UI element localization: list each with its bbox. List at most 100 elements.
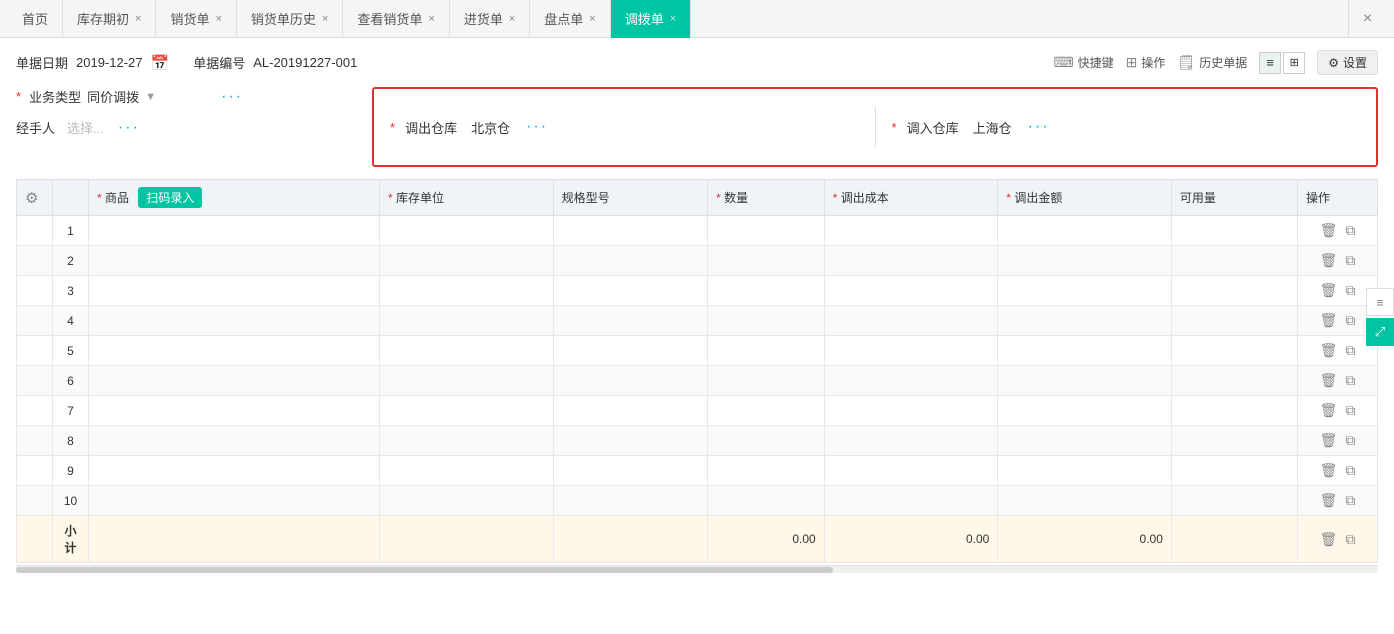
delete-row-icon[interactable]: 🗑 bbox=[1320, 492, 1338, 509]
row-qty-cell[interactable] bbox=[708, 216, 825, 246]
delete-row-icon[interactable]: 🗑 bbox=[1320, 342, 1338, 359]
delete-row-icon[interactable]: 🗑 bbox=[1320, 432, 1338, 449]
close-tab-sales[interactable]: × bbox=[215, 13, 221, 25]
tab-inventory-initial[interactable]: 库存期初 × bbox=[63, 0, 156, 38]
row-spec-cell bbox=[553, 336, 708, 366]
delete-row-icon[interactable]: 🗑 bbox=[1320, 282, 1338, 299]
close-tab-inventory[interactable]: × bbox=[135, 13, 141, 25]
th-qty: * 数量 bbox=[708, 180, 825, 216]
row-available-cell bbox=[1171, 366, 1297, 396]
row-qty-cell[interactable] bbox=[708, 246, 825, 276]
row-ops-cell: 🗑 ⧉ bbox=[1298, 216, 1378, 246]
row-product-cell[interactable] bbox=[89, 216, 380, 246]
delete-row-icon[interactable]: 🗑 bbox=[1320, 312, 1338, 329]
copy-row-icon[interactable]: ⧉ bbox=[1345, 222, 1355, 239]
row-unit-cell bbox=[379, 486, 553, 516]
row-available-cell bbox=[1171, 276, 1297, 306]
row-product-cell[interactable] bbox=[89, 396, 380, 426]
row-qty-cell[interactable] bbox=[708, 336, 825, 366]
row-product-cell[interactable] bbox=[89, 366, 380, 396]
handler-more[interactable]: ··· bbox=[118, 119, 140, 137]
history-btn[interactable]: 🗒 历史单据 bbox=[1177, 54, 1247, 71]
grid-view-btn[interactable]: ⊞ bbox=[1283, 52, 1305, 74]
row-available-cell bbox=[1171, 486, 1297, 516]
row-unit-cell bbox=[379, 216, 553, 246]
tab-sales-order[interactable]: 销货单 × bbox=[156, 0, 236, 38]
row-qty-cell[interactable] bbox=[708, 276, 825, 306]
calendar-icon[interactable]: 📅 bbox=[151, 54, 170, 72]
tab-purchase[interactable]: 进货单 × bbox=[450, 0, 530, 38]
transfer-in-value[interactable]: 上海仓 bbox=[973, 118, 1012, 137]
row-product-cell[interactable] bbox=[89, 276, 380, 306]
row-product-cell[interactable] bbox=[89, 486, 380, 516]
table-settings-icon[interactable]: ⚙ bbox=[25, 190, 38, 207]
row-num-cell: 1 bbox=[53, 216, 89, 246]
copy-row-icon[interactable]: ⧉ bbox=[1345, 402, 1355, 419]
row-product-cell[interactable] bbox=[89, 456, 380, 486]
row-amount-cell bbox=[998, 396, 1172, 426]
row-qty-cell[interactable] bbox=[708, 456, 825, 486]
table-row: 9 🗑 ⧉ bbox=[17, 456, 1378, 486]
table-row: 1 🗑 ⧉ bbox=[17, 216, 1378, 246]
row-spec-cell bbox=[553, 246, 708, 276]
tab-home[interactable]: 首页 bbox=[8, 0, 63, 38]
close-tab-transfer[interactable]: × bbox=[670, 13, 676, 25]
row-product-cell[interactable] bbox=[89, 336, 380, 366]
row-product-cell[interactable] bbox=[89, 306, 380, 336]
history-icon: 🗒 bbox=[1177, 54, 1195, 71]
scrollbar-thumb[interactable] bbox=[16, 567, 833, 573]
list-view-btn[interactable]: ≡ bbox=[1259, 52, 1281, 74]
delete-row-icon[interactable]: 🗑 bbox=[1320, 372, 1338, 389]
row-available-cell bbox=[1171, 456, 1297, 486]
shortcuts-btn[interactable]: ⌨ 快捷键 bbox=[1053, 54, 1113, 71]
copy-row-icon[interactable]: ⧉ bbox=[1345, 492, 1355, 509]
copy-row-icon[interactable]: ⧉ bbox=[1345, 342, 1355, 359]
copy-row-icon[interactable]: ⧉ bbox=[1345, 282, 1355, 299]
business-type-select[interactable]: 同价调拨 ▼ bbox=[87, 87, 207, 106]
sidebar-expand-btn[interactable]: ⤢ bbox=[1366, 318, 1394, 346]
row-settings-cell bbox=[17, 246, 53, 276]
delete-row-icon[interactable]: 🗑 bbox=[1320, 252, 1338, 269]
delete-row-icon[interactable]: 🗑 bbox=[1320, 402, 1338, 419]
copy-row-icon[interactable]: ⧉ bbox=[1345, 312, 1355, 329]
transfer-in-more[interactable]: ··· bbox=[1028, 118, 1050, 136]
copy-row-icon[interactable]: ⧉ bbox=[1345, 462, 1355, 479]
row-qty-cell[interactable] bbox=[708, 396, 825, 426]
horizontal-scrollbar[interactable] bbox=[16, 565, 1378, 573]
delete-row-icon[interactable]: 🗑 bbox=[1320, 222, 1338, 239]
close-tab-sales-history[interactable]: × bbox=[322, 13, 328, 25]
copy-row-icon[interactable]: ⧉ bbox=[1345, 432, 1355, 449]
tab-stocktake[interactable]: 盘点单 × bbox=[530, 0, 610, 38]
close-tab-view-sales[interactable]: × bbox=[428, 13, 434, 25]
window-close-btn[interactable]: × bbox=[1348, 0, 1386, 38]
copy-row-icon[interactable]: ⧉ bbox=[1345, 252, 1355, 269]
transfer-out-more[interactable]: ··· bbox=[526, 118, 548, 136]
close-tab-stocktake[interactable]: × bbox=[589, 13, 595, 25]
ops-btn[interactable]: ⊞ 操作 bbox=[1126, 54, 1166, 71]
date-value[interactable]: 2019-12-27 bbox=[76, 55, 143, 70]
th-available: 可用量 bbox=[1171, 180, 1297, 216]
row-spec-cell bbox=[553, 216, 708, 246]
row-qty-cell[interactable] bbox=[708, 366, 825, 396]
delete-row-icon[interactable]: 🗑 bbox=[1320, 462, 1338, 479]
row-qty-cell[interactable] bbox=[708, 426, 825, 456]
tab-sales-history[interactable]: 销货单历史 × bbox=[237, 0, 343, 38]
scan-button[interactable]: 扫码录入 bbox=[138, 187, 202, 208]
transfer-out-value[interactable]: 北京仓 bbox=[471, 118, 510, 137]
handler-select[interactable]: 选择... bbox=[67, 118, 104, 137]
copy-icon[interactable]: ⧉ bbox=[1345, 531, 1355, 548]
settings-btn[interactable]: ⚙ 设置 bbox=[1317, 50, 1378, 75]
tab-view-sales[interactable]: 查看销货单 × bbox=[343, 0, 449, 38]
row-qty-cell[interactable] bbox=[708, 306, 825, 336]
business-type-more[interactable]: ··· bbox=[221, 88, 243, 106]
row-num-cell: 6 bbox=[53, 366, 89, 396]
row-product-cell[interactable] bbox=[89, 426, 380, 456]
tab-transfer[interactable]: 调拨单 × bbox=[611, 0, 691, 38]
row-settings-cell bbox=[17, 216, 53, 246]
row-qty-cell[interactable] bbox=[708, 486, 825, 516]
delete-icon[interactable]: 🗑 bbox=[1320, 531, 1338, 548]
close-tab-purchase[interactable]: × bbox=[509, 13, 515, 25]
sidebar-list-btn[interactable]: ≡ bbox=[1366, 288, 1394, 316]
row-product-cell[interactable] bbox=[89, 246, 380, 276]
copy-row-icon[interactable]: ⧉ bbox=[1345, 372, 1355, 389]
